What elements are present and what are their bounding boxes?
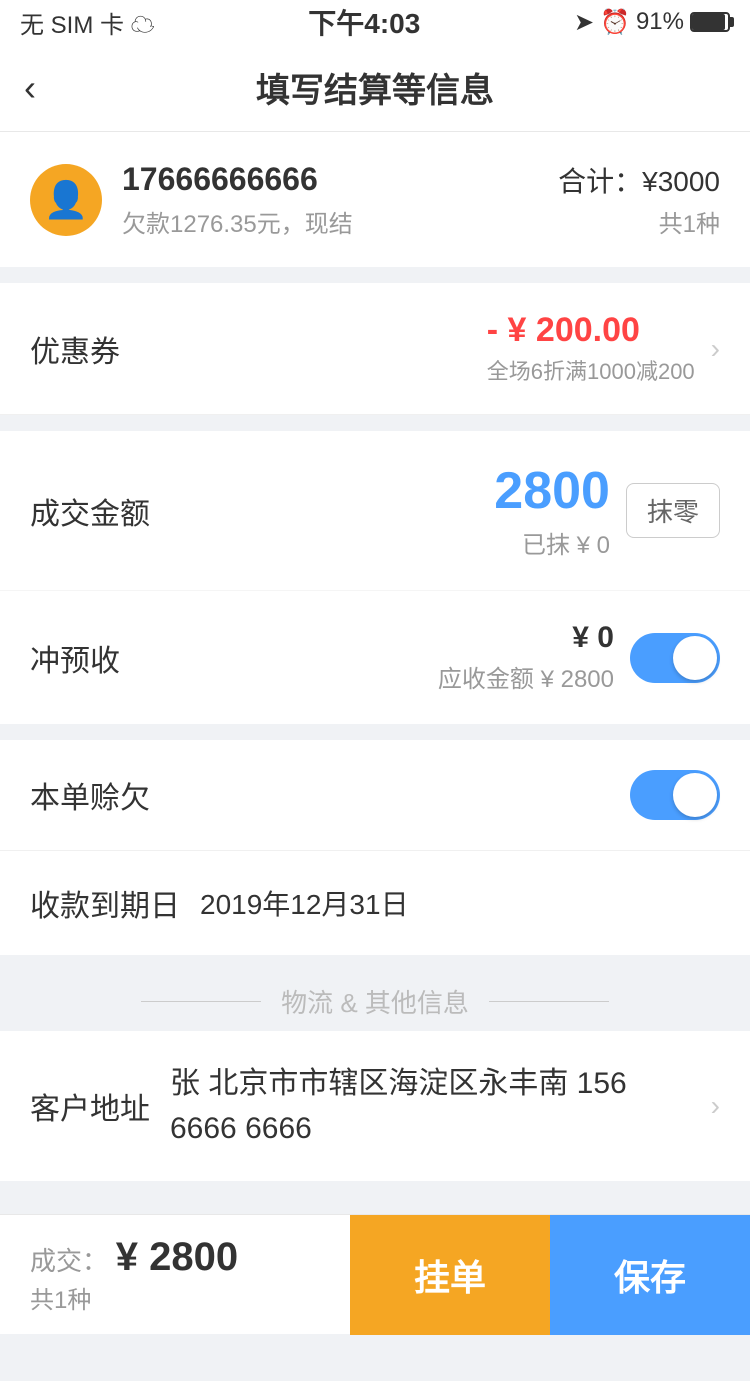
prepay-right: ¥ 0 应收金额 ¥ 2800	[438, 621, 720, 694]
status-time: 下午4:03	[308, 2, 420, 42]
coupon-description: 全场6折满1000减200	[487, 354, 695, 386]
transaction-right: 2800 已抹 ¥ 0 抹零	[494, 461, 720, 560]
save-button[interactable]: 保存	[550, 1215, 750, 1335]
due-date-value: 2019年12月31日	[200, 883, 409, 923]
customer-debt: 欠款1276.35元，现结	[122, 204, 353, 239]
chevron-right-icon: ›	[711, 333, 720, 365]
prepay-receivable: 应收金额 ¥ 2800	[438, 659, 614, 694]
due-date-label: 收款到期日	[30, 881, 180, 925]
debit-section: 本单赊欠 收款到期日 2019年12月31日	[0, 740, 750, 955]
prepay-values: ¥ 0 应收金额 ¥ 2800	[438, 621, 614, 694]
alarm-icon: ⏰	[600, 8, 630, 37]
coupon-row[interactable]: 优惠券 - ¥ 200.00 全场6折满1000减200 ›	[0, 283, 750, 415]
prepay-row: 冲预收 ¥ 0 应收金额 ¥ 2800	[0, 591, 750, 724]
prepay-toggle[interactable]	[630, 633, 720, 683]
debit-row: 本单赊欠	[0, 740, 750, 850]
debit-toggle-knob	[673, 773, 717, 817]
prepay-amount: ¥ 0	[438, 621, 614, 655]
status-right: ➤ ⏰ 91%	[574, 8, 730, 37]
total-label: 合计：¥3000	[558, 160, 720, 200]
due-date-row: 收款到期日 2019年12月31日	[0, 850, 750, 955]
coupon-discount: - ¥ 200.00	[487, 311, 695, 350]
transaction-row: 成交金额 2800 已抹 ¥ 0 抹零	[0, 431, 750, 591]
back-button[interactable]: ‹	[24, 67, 36, 109]
round-zero-button[interactable]: 抹零	[626, 483, 720, 538]
transaction-label: 成交金额	[30, 489, 150, 533]
toggle-knob	[673, 636, 717, 680]
status-bar: 无 SIM 卡 ☁ 下午4:03 ➤ ⏰ 91%	[0, 0, 750, 44]
footer-transaction-line: 成交： ¥ 2800	[30, 1235, 320, 1280]
address-chevron-icon: ›	[711, 1090, 720, 1122]
debit-label: 本单赊欠	[30, 773, 150, 817]
sim-status: 无 SIM 卡 ☁	[20, 5, 155, 40]
transaction-sub: 已抹 ¥ 0	[494, 525, 610, 560]
avatar: 👤	[30, 164, 102, 236]
battery-icon	[690, 12, 730, 32]
customer-card: 👤 17666666666 欠款1276.35元，现结 合计：¥3000 共1种	[0, 132, 750, 267]
divider-2	[0, 724, 750, 740]
logistics-divider: 物流 & 其他信息	[0, 971, 750, 1031]
total-label-text: 合计：	[558, 166, 642, 197]
transaction-section: 成交金额 2800 已抹 ¥ 0 抹零 冲预收 ¥ 0 应收金额 ¥ 2800	[0, 431, 750, 724]
address-value: 张 北京市市辖区海淀区永丰南 156 6666 6666	[150, 1061, 711, 1151]
coupon-label: 优惠券	[30, 327, 120, 371]
divider-3	[0, 955, 750, 971]
footer-amount: ¥ 2800	[116, 1235, 238, 1279]
hang-order-button[interactable]: 挂单	[350, 1215, 550, 1335]
location-icon: ➤	[574, 8, 594, 37]
divider-1	[0, 415, 750, 431]
footer-count: 共1种	[30, 1280, 320, 1315]
footer: 成交： ¥ 2800 共1种 挂单 保存	[0, 1214, 750, 1334]
transaction-amount[interactable]: 2800	[494, 461, 610, 521]
page-title: 填写结算等信息	[256, 63, 494, 112]
customer-right: 合计：¥3000 共1种	[558, 160, 720, 239]
total-amount: ¥3000	[642, 166, 720, 197]
address-label: 客户地址	[30, 1084, 150, 1128]
header: ‹ 填写结算等信息	[0, 44, 750, 132]
address-row[interactable]: 客户地址 张 北京市市辖区海淀区永丰南 156 6666 6666 ›	[0, 1031, 750, 1181]
prepay-label: 冲预收	[30, 636, 120, 680]
customer-left: 👤 17666666666 欠款1276.35元，现结	[30, 161, 353, 239]
footer-left: 成交： ¥ 2800 共1种	[0, 1235, 350, 1315]
debit-toggle[interactable]	[630, 770, 720, 820]
logistics-section-label: 物流 & 其他信息	[141, 983, 609, 1020]
battery-level: 91%	[636, 8, 684, 36]
status-left: 无 SIM 卡 ☁	[20, 5, 155, 40]
customer-info: 17666666666 欠款1276.35元，现结	[122, 161, 353, 239]
customer-phone: 17666666666	[122, 161, 353, 198]
footer-transaction-label: 成交：	[30, 1246, 108, 1276]
coupon-right: - ¥ 200.00 全场6折满1000减200 ›	[487, 311, 720, 386]
total-count: 共1种	[558, 204, 720, 239]
